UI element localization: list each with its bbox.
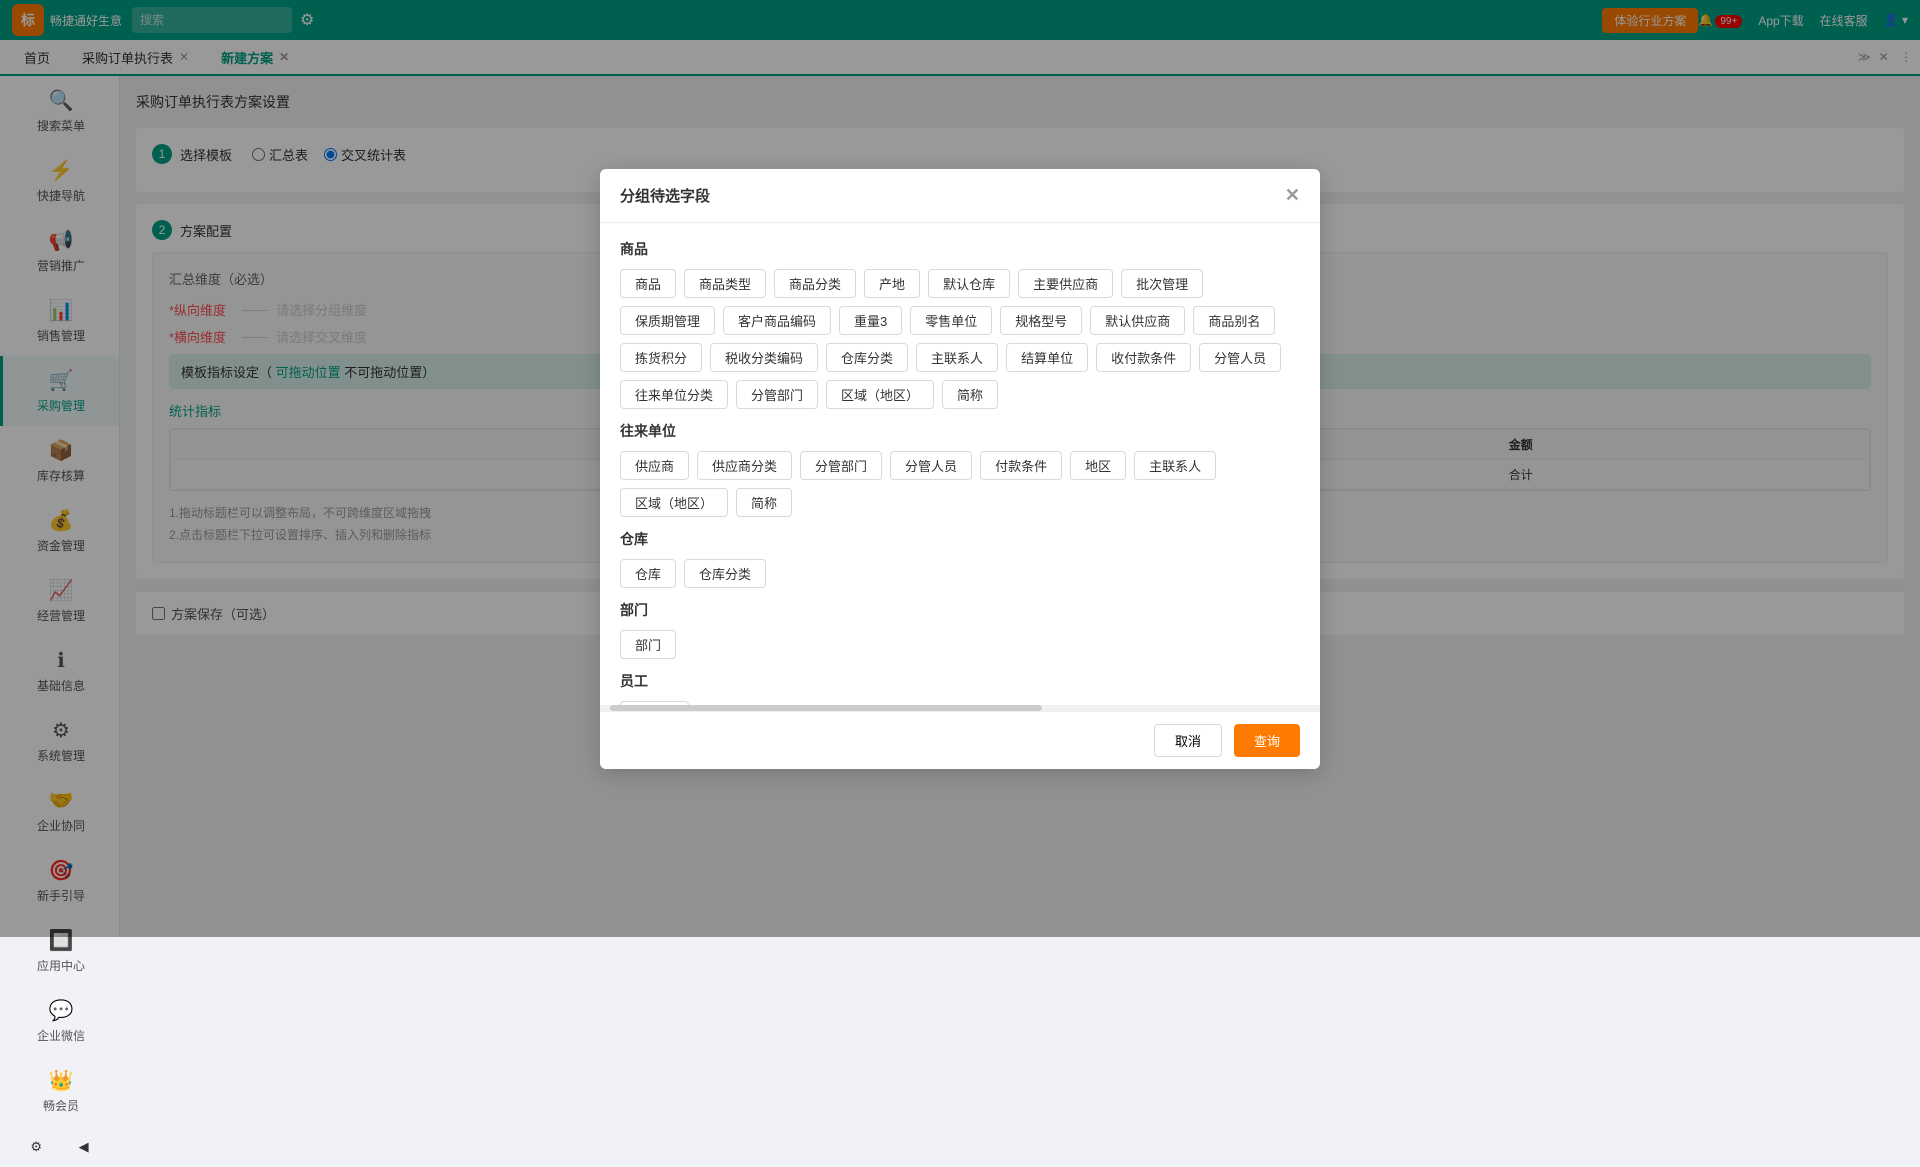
field-tax-code[interactable]: 税收分类编码 [710,343,818,372]
field-goods-alias[interactable]: 商品别名 [1193,306,1275,335]
field-customer-code[interactable]: 客户商品编码 [723,306,831,335]
field-supplier-category[interactable]: 供应商分类 [697,451,792,480]
field-dept-partner[interactable]: 分管部门 [800,451,882,480]
modal-header: 分组待选字段 ✕ [600,169,1320,223]
field-spec-model[interactable]: 规格型号 [1000,306,1082,335]
section-goods-title: 商品 [620,239,1300,259]
confirm-button[interactable]: 查询 [1234,724,1300,757]
modal-overlay[interactable]: 分组待选字段 ✕ 商品 商品 商品类型 商品分类 产地 默认仓库 主要供应商 批… [0,0,1920,937]
field-supervisor[interactable]: 分管人员 [1199,343,1281,372]
field-short-name-partner[interactable]: 简称 [736,488,792,517]
sidebar-item-wechat[interactable]: 💬 企业微信 [0,986,119,1056]
section-staff-title: 员工 [620,671,1300,691]
field-staff-partner[interactable]: 分管人员 [890,451,972,480]
section-warehouse-title: 仓库 [620,529,1300,549]
field-warehouse[interactable]: 仓库 [620,559,676,588]
field-supplier[interactable]: 供应商 [620,451,689,480]
field-goods[interactable]: 商品 [620,269,676,298]
field-payment-cond[interactable]: 付款条件 [980,451,1062,480]
cancel-button[interactable]: 取消 [1154,724,1222,757]
section-partner-tags: 供应商 供应商分类 分管部门 分管人员 付款条件 地区 主联系人 区域（地区） … [620,451,1300,517]
field-weight[interactable]: 重量3 [839,306,902,335]
field-main-contact[interactable]: 主联系人 [916,343,998,372]
field-main-supplier[interactable]: 主要供应商 [1018,269,1113,298]
modal-footer: 取消 查询 [600,711,1320,769]
sidebar-item-member[interactable]: 👑 畅会员 [0,1056,119,1126]
sidebar-collapse-icon[interactable]: ◀ [79,1139,89,1155]
modal-body: 商品 商品 商品类型 商品分类 产地 默认仓库 主要供应商 批次管理 保质期管理… [600,223,1320,705]
field-default-warehouse[interactable]: 默认仓库 [928,269,1010,298]
field-default-supplier[interactable]: 默认供应商 [1090,306,1185,335]
field-quality-mgmt[interactable]: 保质期管理 [620,306,715,335]
member-icon: 👑 [49,1068,74,1093]
sidebar-item-wechat-label: 企业微信 [37,1027,85,1044]
section-partner-title: 往来单位 [620,421,1300,441]
field-warehouse-cat[interactable]: 仓库分类 [684,559,766,588]
field-dept-managed[interactable]: 分管部门 [736,380,818,409]
field-region-goods[interactable]: 区域（地区） [826,380,934,409]
field-goods-category[interactable]: 商品分类 [774,269,856,298]
field-retail-unit[interactable]: 零售单位 [910,306,992,335]
section-goods-tags: 商品 商品类型 商品分类 产地 默认仓库 主要供应商 批次管理 保质期管理 客户… [620,269,1300,409]
field-contact-partner[interactable]: 主联系人 [1134,451,1216,480]
sidebar-bottom: ⚙ ◀ [0,1126,119,1167]
section-dept-title: 部门 [620,600,1300,620]
field-payment-terms[interactable]: 收付款条件 [1096,343,1191,372]
field-region-partner[interactable]: 区域（地区） [620,488,728,517]
sidebar-item-member-label: 畅会员 [43,1097,79,1114]
field-goods-type[interactable]: 商品类型 [684,269,766,298]
sidebar-settings-icon[interactable]: ⚙ [30,1139,42,1155]
field-area[interactable]: 地区 [1070,451,1126,480]
field-warehouse-category[interactable]: 仓库分类 [826,343,908,372]
wechat-icon: 💬 [49,998,74,1023]
field-origin[interactable]: 产地 [864,269,920,298]
section-dept-tags: 部门 [620,630,1300,659]
field-selection-modal: 分组待选字段 ✕ 商品 商品 商品类型 商品分类 产地 默认仓库 主要供应商 批… [600,169,1320,769]
field-pick-points[interactable]: 拣货积分 [620,343,702,372]
section-warehouse-tags: 仓库 仓库分类 [620,559,1300,588]
field-partner-category[interactable]: 往来单位分类 [620,380,728,409]
sidebar-item-apps-label: 应用中心 [37,957,85,974]
field-batch-mgmt[interactable]: 批次管理 [1121,269,1203,298]
field-dept[interactable]: 部门 [620,630,676,659]
field-short-name-goods[interactable]: 简称 [942,380,998,409]
field-settlement-unit[interactable]: 结算单位 [1006,343,1088,372]
modal-close-btn[interactable]: ✕ [1285,185,1300,206]
modal-title: 分组待选字段 [620,185,710,206]
